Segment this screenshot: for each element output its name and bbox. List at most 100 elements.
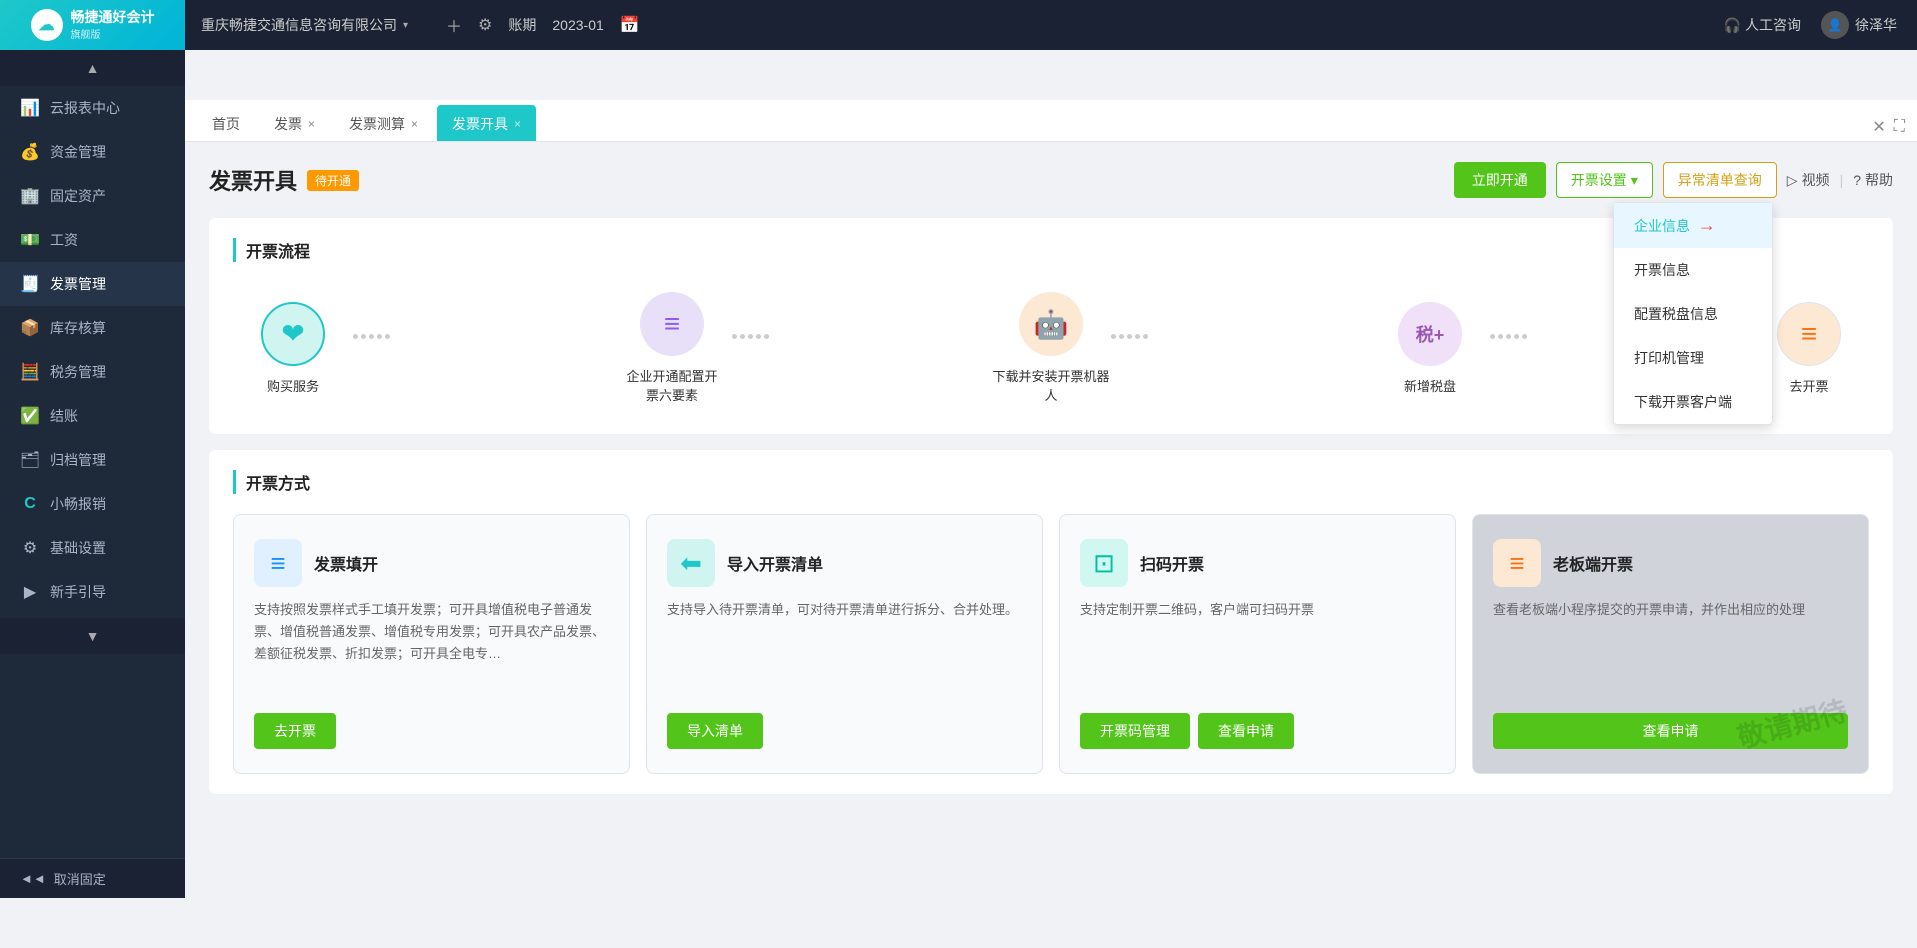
add-icon[interactable]: ＋: [446, 13, 462, 37]
company-selector[interactable]: 重庆畅捷交通信息咨询有限公司 ▾: [185, 0, 430, 50]
sidebar-item-zijin[interactable]: 💰 资金管理: [0, 130, 185, 174]
sidebar-item-xinshou[interactable]: ▶ 新手引导: [0, 570, 185, 614]
exception-button[interactable]: 异常清单查询: [1663, 162, 1777, 198]
tab-fapiao[interactable]: 发票 ×: [259, 105, 330, 141]
method-card-fill: ≡ 发票填开 支持按照发票样式手工填开发票；可开具增值税电子普通发票、增值税普通…: [233, 514, 630, 774]
header-actions: 立即开通 开票设置 ▾ 异常清单查询 ▷ 视频 | ? 帮助: [1454, 162, 1893, 198]
pin-icon: ◄◄: [20, 871, 46, 886]
sidebar-item-fapiao[interactable]: 🧾 发票管理: [0, 262, 185, 306]
card-fill-header: ≡ 发票填开: [254, 539, 609, 587]
main-area: 首页 发票 × 发票测算 × 发票开具 × ✕ ⛶ 发票开具 待开通 立即开通: [185, 100, 1917, 948]
sidebar-item-label: 云报表中心: [50, 98, 120, 118]
video-link[interactable]: ▷ 视频: [1787, 170, 1830, 190]
step-invoice-label: 去开票: [1789, 376, 1828, 395]
sidebar-item-gongzi[interactable]: 💵 工资: [0, 218, 185, 262]
cancel-pin-label: 取消固定: [54, 869, 106, 888]
consult-label: 人工咨询: [1745, 15, 1801, 35]
tab-fapiao-label: 发票: [274, 114, 302, 134]
card-import-header: ⬅ 导入开票清单: [667, 539, 1022, 587]
kucun-icon: 📦: [20, 318, 40, 338]
card-scan-btn1[interactable]: 开票码管理: [1080, 713, 1190, 749]
tab-right-controls: ✕ ⛶: [1872, 117, 1905, 141]
avatar: 👤: [1821, 11, 1849, 39]
activate-button[interactable]: 立即开通: [1454, 162, 1546, 198]
guding-icon: 🏢: [20, 186, 40, 206]
sidebar-item-guding[interactable]: 🏢 固定资产: [0, 174, 185, 218]
user-info[interactable]: 👤 徐泽华: [1821, 11, 1897, 39]
sidebar-item-kucun[interactable]: 📦 库存核算: [0, 306, 185, 350]
card-fill-btn[interactable]: 去开票: [254, 713, 336, 749]
top-actions: ＋ ⚙ 账期 2023-01 📅: [430, 13, 656, 37]
dropdown-item-company-info[interactable]: 企业信息 →: [1614, 203, 1772, 248]
tab-fapiao-cesuan[interactable]: 发票测算 ×: [334, 105, 433, 141]
consult-button[interactable]: 🎧 人工咨询: [1724, 15, 1801, 35]
sidebar-item-jichu[interactable]: ⚙ 基础设置: [0, 526, 185, 570]
status-badge: 待开通: [307, 170, 359, 191]
step-config-label: 企业开通配置开票六要素: [622, 366, 722, 404]
tab-close-cesuan[interactable]: ×: [411, 117, 418, 131]
methods-grid: ≡ 发票填开 支持按照发票样式手工填开发票；可开具增值税电子普通发票、增值税普通…: [233, 514, 1869, 774]
tab-fapiao-kaiuju-label: 发票开具: [452, 114, 508, 134]
sidebar-scroll-up[interactable]: ▲: [0, 50, 185, 86]
sidebar-item-label: 发票管理: [50, 274, 106, 294]
card-fill-desc: 支持按照发票样式手工填开发票；可开具增值税电子普通发票、增值税普通发票、增值税专…: [254, 599, 609, 701]
sidebar-item-label: 资金管理: [50, 142, 106, 162]
xiaochang-icon: C: [20, 494, 40, 514]
tab-home[interactable]: 首页: [197, 105, 255, 141]
card-scan-icon: ⊡: [1080, 539, 1128, 587]
dropdown-arrow-icon: ▾: [1631, 172, 1638, 189]
top-right: 🎧 人工咨询 👤 徐泽华: [1724, 11, 1917, 39]
card-import-btn[interactable]: 导入清单: [667, 713, 763, 749]
sidebar-item-label: 新手引导: [50, 582, 106, 602]
close-tab-icon[interactable]: ✕: [1872, 117, 1885, 137]
card-scan-btn2[interactable]: 查看申请: [1198, 713, 1294, 749]
company-name: 重庆畅捷交通信息咨询有限公司: [201, 15, 397, 35]
dropdown-item-invoice-info[interactable]: 开票信息: [1614, 248, 1772, 292]
sidebar-item-guidang[interactable]: 🗂 归档管理: [0, 438, 185, 482]
logo-icon: ☁: [31, 9, 63, 41]
sidebar-item-label: 工资: [50, 230, 78, 250]
dropdown-item-download-client[interactable]: 下载开票客户端: [1614, 380, 1772, 424]
dropdown-item-tax-config[interactable]: 配置税盘信息: [1614, 292, 1772, 336]
tab-close-kaiuju[interactable]: ×: [514, 117, 521, 131]
settings-button[interactable]: 开票设置 ▾: [1556, 162, 1653, 198]
page-content: 发票开具 待开通 立即开通 开票设置 ▾ 异常清单查询 ▷ 视频 | ? 帮助: [185, 142, 1917, 948]
sidebar-item-label: 归档管理: [50, 450, 106, 470]
step-addtax-label: 新增税盘: [1404, 376, 1456, 395]
tax-config-label: 配置税盘信息: [1634, 306, 1718, 322]
flow-step-buy: ❤ 购买服务: [233, 302, 353, 395]
settings-icon[interactable]: ⚙: [478, 15, 492, 35]
sidebar-scroll-down[interactable]: ▼: [0, 618, 185, 654]
sidebar-item-yunbao[interactable]: 📊 云报表中心: [0, 86, 185, 130]
calendar-icon[interactable]: 📅: [620, 15, 640, 35]
sidebar-cancel-pin[interactable]: ◄◄ 取消固定: [0, 858, 185, 898]
help-link[interactable]: ? 帮助: [1853, 170, 1893, 190]
jiezhang-icon: ✅: [20, 406, 40, 426]
methods-section: 开票方式 ≡ 发票填开 支持按照发票样式手工填开发票；可开具增值税电子普通发票、…: [209, 450, 1893, 794]
sidebar-item-shuiwu[interactable]: 🧮 税务管理: [0, 350, 185, 394]
help-icon: ?: [1853, 172, 1861, 188]
logo-area: ☁ 畅捷通好会计 旗舰版: [0, 0, 185, 50]
expand-icon[interactable]: ⛶: [1894, 118, 1905, 136]
tab-close-fapiao[interactable]: ×: [308, 117, 315, 131]
chevron-down-icon: ▾: [403, 20, 408, 31]
sidebar-item-label: 小畅报销: [50, 494, 106, 514]
tab-fapiao-kaiuju[interactable]: 发票开具 ×: [437, 105, 536, 141]
page-header: 发票开具 待开通 立即开通 开票设置 ▾ 异常清单查询 ▷ 视频 | ? 帮助: [209, 162, 1893, 198]
method-card-import: ⬅ 导入开票清单 支持导入待开票清单，可对待开票清单进行拆分、合并处理。 导入清…: [646, 514, 1043, 774]
page-title-row: 发票开具 待开通: [209, 164, 359, 196]
methods-section-title: 开票方式: [233, 470, 1869, 494]
xinshou-icon: ▶: [20, 582, 40, 602]
card-boss-title: 老板端开票: [1553, 551, 1633, 575]
tab-fapiao-cesuan-label: 发票测算: [349, 114, 405, 134]
sidebar-item-jiezhang[interactable]: ✅ 结账: [0, 394, 185, 438]
jichu-icon: ⚙: [20, 538, 40, 558]
dropdown-item-printer-mgmt[interactable]: 打印机管理: [1614, 336, 1772, 380]
app-name: 畅捷通好会计: [71, 9, 155, 26]
card-import-desc: 支持导入待开票清单，可对待开票清单进行拆分、合并处理。: [667, 599, 1022, 701]
sidebar-item-label: 固定资产: [50, 186, 106, 206]
sidebar-item-xiaochang[interactable]: C 小畅报销: [0, 482, 185, 526]
step-connector-1: [353, 334, 612, 339]
card-scan-header: ⊡ 扫码开票: [1080, 539, 1435, 587]
download-client-label: 下载开票客户端: [1634, 394, 1732, 410]
